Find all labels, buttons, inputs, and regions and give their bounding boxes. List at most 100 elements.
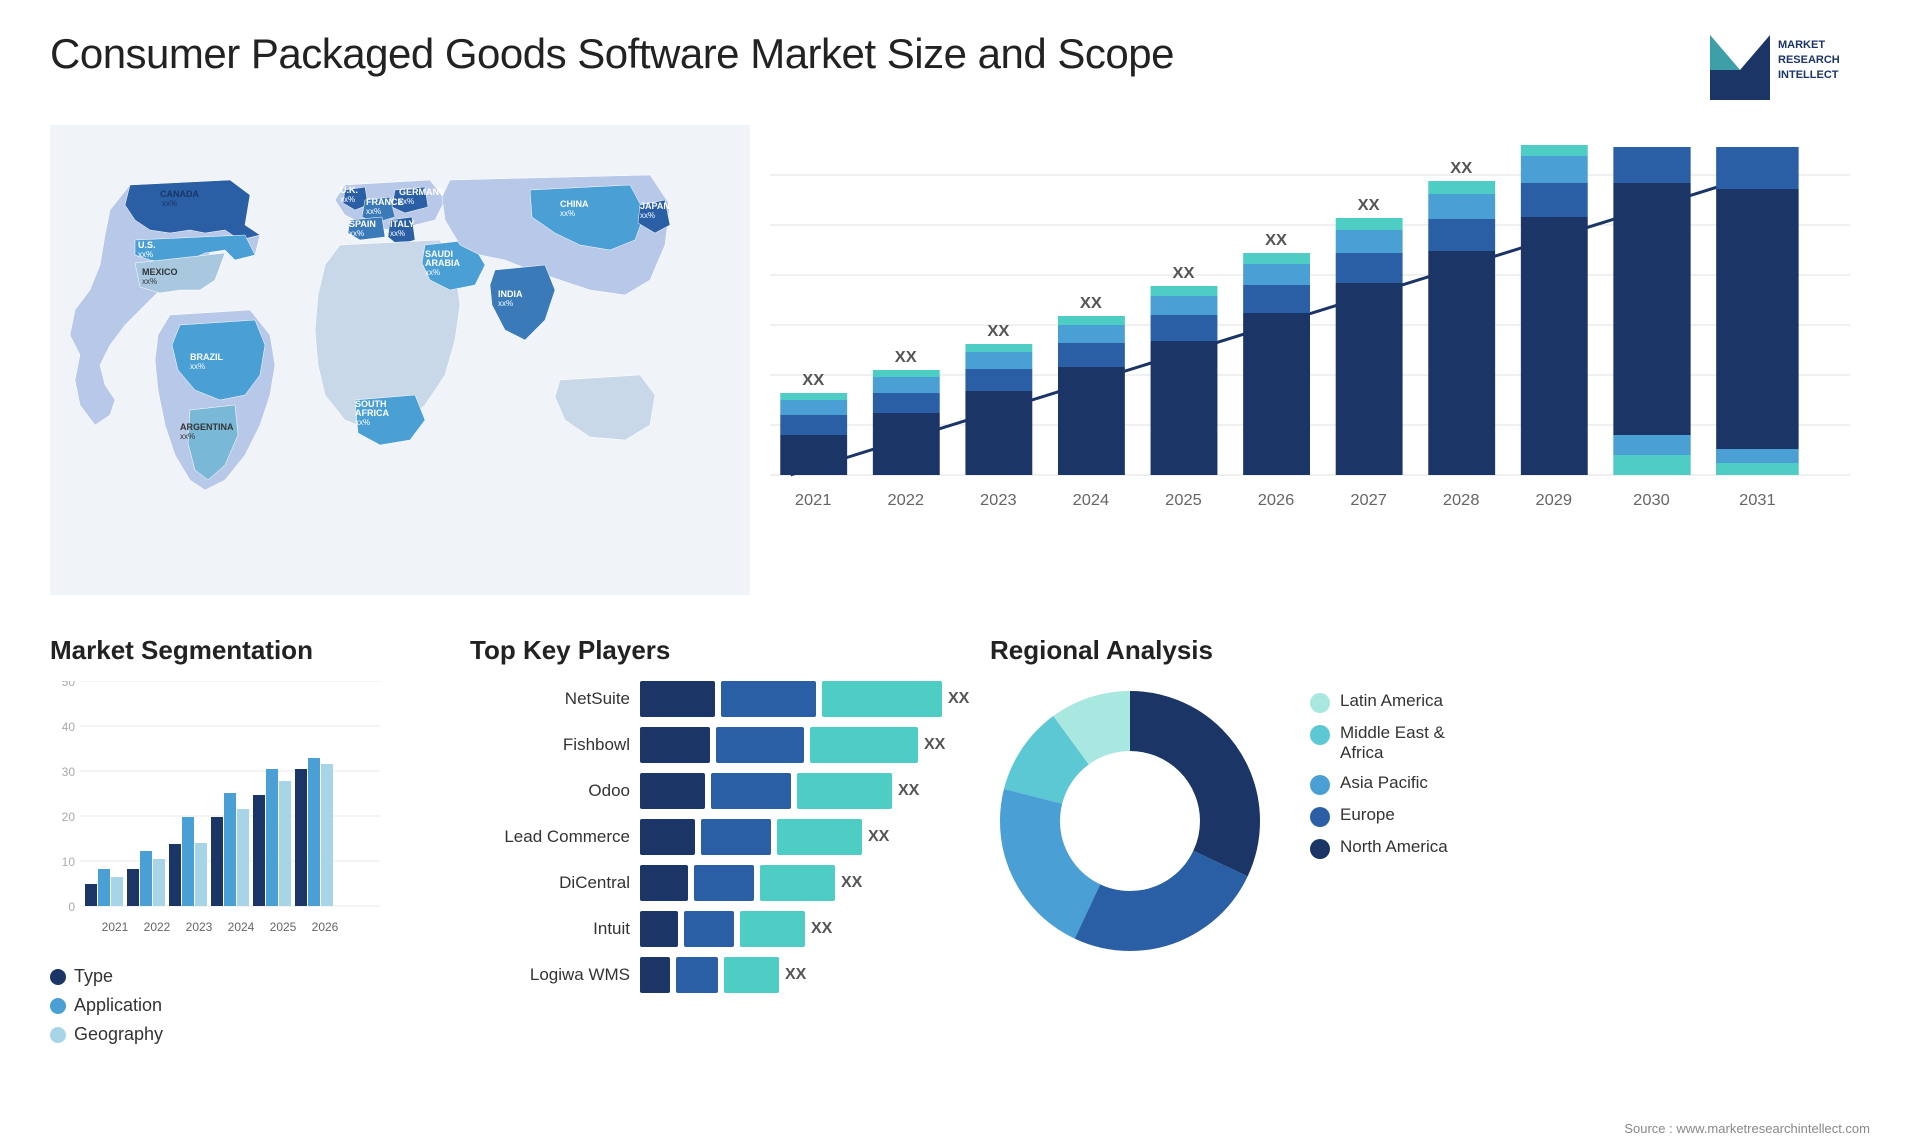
player-bar-netsuite: XX	[640, 681, 969, 717]
bar-seg1	[640, 957, 670, 993]
regional-label-europe: Europe	[1340, 805, 1395, 825]
svg-text:XX: XX	[1450, 159, 1472, 177]
world-map-svg: CANADA xx% U.S. xx% MEXICO xx% BRAZIL xx…	[50, 125, 750, 595]
bar-seg1	[640, 819, 695, 855]
svg-text:2026: 2026	[1258, 491, 1295, 509]
svg-text:10: 10	[62, 855, 76, 869]
bottom-section: Market Segmentation 0 10 20 30 40	[50, 635, 1870, 1135]
regional-container: Regional Analysis	[990, 635, 1870, 1135]
map-container: CANADA xx% U.S. xx% MEXICO xx% BRAZIL xx…	[50, 125, 750, 605]
svg-text:XX: XX	[895, 348, 917, 366]
svg-text:2024: 2024	[1073, 491, 1110, 509]
svg-text:XX: XX	[802, 371, 824, 389]
legend-geo-label: Geography	[74, 1024, 163, 1045]
bar-seg2	[684, 911, 734, 947]
player-label-fishbowl: XX	[924, 736, 945, 754]
svg-text:xx%: xx%	[180, 432, 195, 441]
regional-color-mea	[1310, 725, 1330, 745]
svg-text:20: 20	[62, 810, 76, 824]
svg-text:FRANCE: FRANCE	[366, 197, 404, 207]
regional-layout: Latin America Middle East &Africa Asia P…	[990, 681, 1870, 961]
svg-text:SPAIN: SPAIN	[349, 219, 376, 229]
player-name-logiwawms: Logiwa WMS	[470, 965, 630, 985]
player-bar-leadcommerce: XX	[640, 819, 950, 855]
svg-text:INTELLECT: INTELLECT	[1778, 69, 1839, 81]
svg-text:50: 50	[62, 681, 76, 689]
bar-seg1	[640, 773, 705, 809]
player-name-leadcommerce: Lead Commerce	[470, 827, 630, 847]
donut-chart-svg	[990, 681, 1270, 961]
svg-text:xx%: xx%	[190, 362, 205, 371]
svg-text:2027: 2027	[1350, 491, 1387, 509]
bar-chart-wrapper: XX 2021 XX 2022 XX 2023	[770, 145, 1850, 545]
svg-text:xx%: xx%	[355, 418, 370, 427]
player-name-dicentral: DiCentral	[470, 873, 630, 893]
bar-chart-container: XX 2021 XX 2022 XX 2023	[750, 125, 1870, 605]
page-title: Consumer Packaged Goods Software Market …	[50, 30, 1174, 78]
bar-seg3	[822, 681, 942, 717]
player-row-logiwawms: Logiwa WMS XX	[470, 957, 950, 993]
svg-text:XX: XX	[1265, 231, 1287, 249]
svg-text:2023: 2023	[980, 491, 1017, 509]
bar-seg2	[716, 727, 804, 763]
svg-text:CHINA: CHINA	[560, 199, 589, 209]
legend-type: Type	[50, 966, 430, 987]
regional-label-latin: Latin America	[1340, 691, 1443, 711]
regional-legend: Latin America Middle East &Africa Asia P…	[1290, 691, 1448, 859]
seg-chart-area: 0 10 20 30 40 50 2021 2022 2023 2024 202…	[50, 681, 380, 951]
svg-text:2022: 2022	[887, 491, 924, 509]
legend-app-label: Application	[74, 995, 162, 1016]
player-row-fishbowl: Fishbowl XX	[470, 727, 950, 763]
regional-color-europe	[1310, 807, 1330, 827]
svg-text:0: 0	[68, 900, 75, 914]
player-label-netsuite: XX	[948, 690, 969, 708]
regional-title: Regional Analysis	[990, 635, 1870, 666]
legend-application: Application	[50, 995, 430, 1016]
svg-text:2021: 2021	[795, 491, 832, 509]
player-name-netsuite: NetSuite	[470, 689, 630, 709]
bar-seg3	[810, 727, 918, 763]
svg-text:2028: 2028	[1443, 491, 1480, 509]
bar-seg3	[797, 773, 892, 809]
regional-color-na	[1310, 839, 1330, 859]
svg-text:RESEARCH: RESEARCH	[1778, 54, 1840, 66]
svg-text:30: 30	[62, 765, 76, 779]
svg-text:xx%: xx%	[425, 268, 440, 277]
player-name-odoo: Odoo	[470, 781, 630, 801]
bar-seg1	[640, 681, 715, 717]
seg-legend: Type Application Geography	[50, 966, 430, 1045]
legend-geography: Geography	[50, 1024, 430, 1045]
svg-text:2025: 2025	[1165, 491, 1202, 509]
player-bar-logiwawms: XX	[640, 957, 950, 993]
seg-chart-svg: 0 10 20 30 40 50 2021 2022 2023 2024 202…	[50, 681, 380, 951]
svg-text:U.K.: U.K.	[340, 185, 358, 195]
svg-text:xx%: xx%	[399, 197, 414, 206]
svg-text:U.S.: U.S.	[138, 240, 156, 250]
svg-text:2023: 2023	[186, 920, 213, 934]
player-row-odoo: Odoo XX	[470, 773, 950, 809]
logo-icon: MARKET RESEARCH INTELLECT	[1710, 30, 1870, 105]
regional-color-apac	[1310, 775, 1330, 795]
svg-text:XX: XX	[987, 322, 1009, 340]
player-row-leadcommerce: Lead Commerce XX	[470, 819, 950, 855]
player-name-fishbowl: Fishbowl	[470, 735, 630, 755]
svg-text:XX: XX	[1173, 264, 1195, 282]
bar-seg1	[640, 911, 678, 947]
player-label-odoo: XX	[898, 782, 919, 800]
player-row-dicentral: DiCentral XX	[470, 865, 950, 901]
svg-text:2031: 2031	[1739, 491, 1776, 509]
player-bar-odoo: XX	[640, 773, 950, 809]
bar-seg2	[694, 865, 754, 901]
svg-text:JAPAN: JAPAN	[640, 201, 670, 211]
svg-text:xx%: xx%	[390, 229, 405, 238]
svg-text:2026: 2026	[312, 920, 339, 934]
segmentation-title: Market Segmentation	[50, 635, 430, 666]
svg-text:2024: 2024	[228, 920, 255, 934]
svg-text:xx%: xx%	[340, 195, 355, 204]
regional-label-na: North America	[1340, 837, 1448, 857]
players-container: Top Key Players NetSuite XX Fishbowl	[470, 635, 950, 1135]
bar-chart-svg: XX 2021 XX 2022 XX 2023	[770, 145, 1850, 545]
svg-text:ARGENTINA: ARGENTINA	[180, 422, 234, 432]
svg-text:2025: 2025	[270, 920, 297, 934]
source-text: Source : www.marketresearchintellect.com	[1624, 1121, 1870, 1136]
